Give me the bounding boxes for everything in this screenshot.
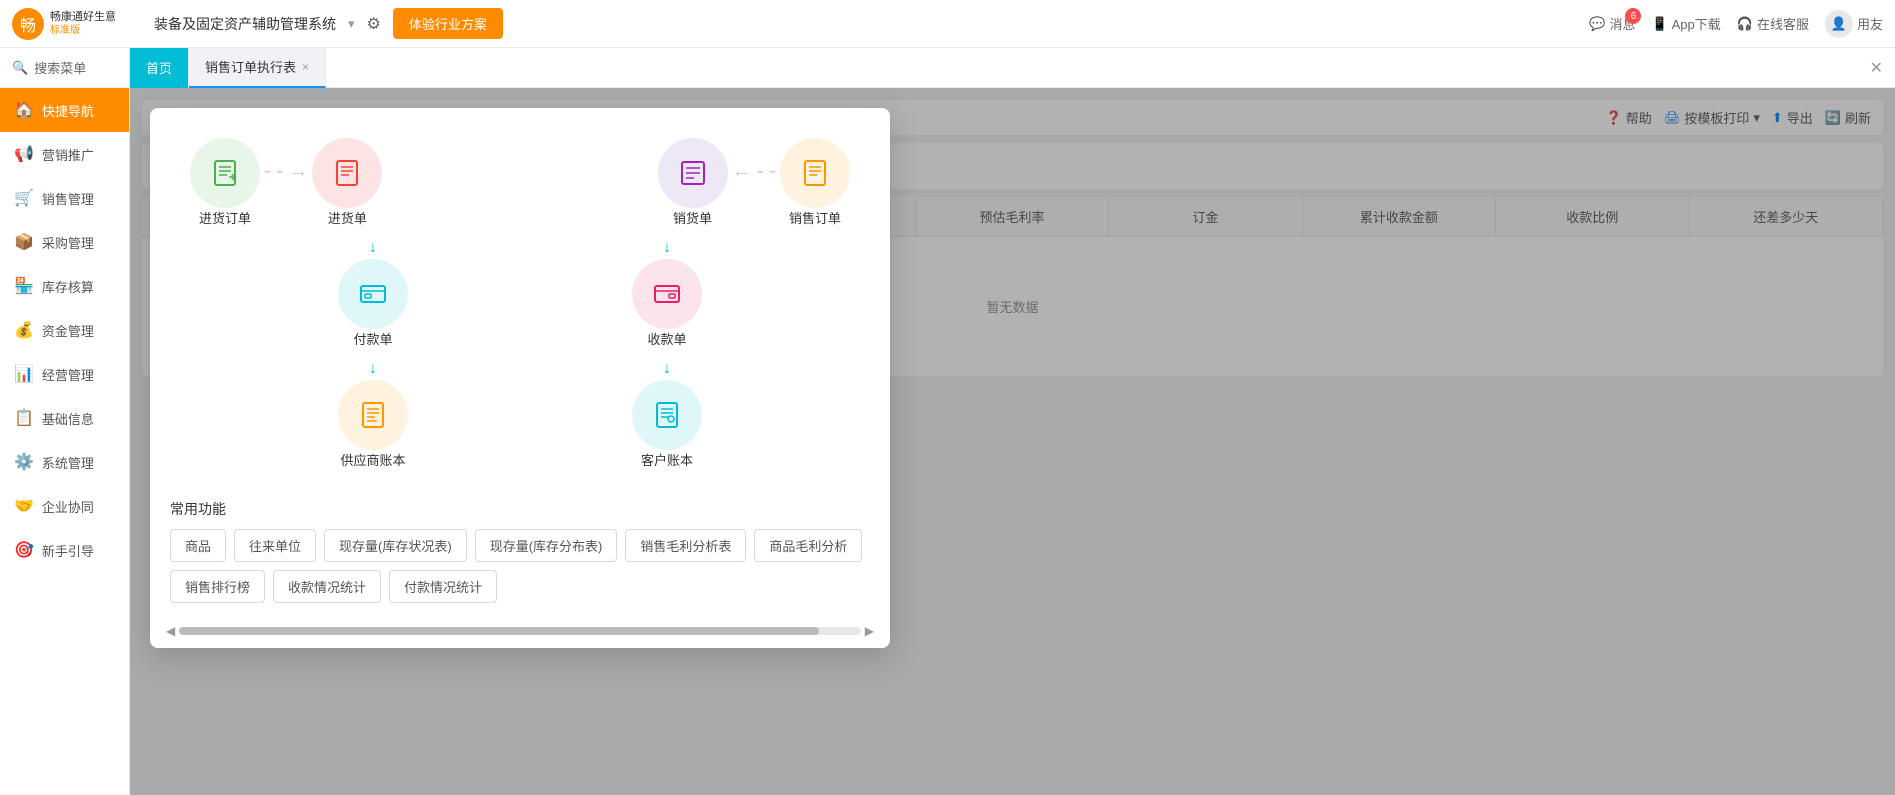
sidebar-item-operations[interactable]: 📊 经营管理 [0, 352, 129, 396]
modal-overlay: 进货订单 - - → 进货单 [130, 88, 1895, 795]
sales-icon: 🛒 [14, 188, 34, 208]
trial-button[interactable]: 体验行业方案 [393, 8, 503, 39]
message-icon: 💬 [1589, 16, 1605, 32]
common-title: 常用功能 [170, 499, 870, 519]
tab-home[interactable]: 首页 [130, 48, 189, 88]
scrollbar-thumb[interactable] [179, 627, 819, 635]
arrow-1: - - → [264, 160, 308, 205]
sidebar-item-basic-info[interactable]: 📋 基础信息 [0, 396, 129, 440]
sales-order-circle [780, 138, 850, 208]
common-btn-inventory-status[interactable]: 现存量(库存状况表) [324, 529, 467, 562]
sales-bill-label: 销货单 [673, 208, 712, 227]
flow-modal: 进货订单 - - → 进货单 [150, 108, 890, 648]
scroll-right-icon[interactable]: ▶ [865, 624, 874, 638]
common-btn-sales-margin[interactable]: 销售毛利分析表 [625, 529, 746, 562]
common-buttons-row-1: 商品 往来单位 现存量(库存状况表) 现存量(库存分布表) 销售毛利分析表 商品… [170, 529, 870, 562]
common-btn-product-margin[interactable]: 商品毛利分析 [754, 529, 862, 562]
sidebar-item-system[interactable]: ⚙️ 系统管理 [0, 440, 129, 484]
sidebar-item-quick-nav[interactable]: 🏠 快捷导航 [0, 88, 129, 132]
common-functions-section: 常用功能 商品 往来单位 现存量(库存状况表) 现存量(库存分布表) 销售毛利分… [150, 499, 890, 619]
common-btn-counterparty[interactable]: 往来单位 [234, 529, 316, 562]
common-btn-product[interactable]: 商品 [170, 529, 226, 562]
arrow-down-supplier: ↓ [369, 360, 377, 378]
sales-bill-circle [658, 138, 728, 208]
flow-node-payment-col: ↓ 付款单 [338, 237, 408, 348]
arrow-2: ← - - [732, 160, 776, 205]
sales-order-label: 销售订单 [789, 208, 841, 227]
common-btn-inventory-dist[interactable]: 现存量(库存分布表) [475, 529, 618, 562]
system-title: 装备及固定资产辅助管理系统 [154, 14, 336, 34]
download-icon: 📱 [1651, 16, 1667, 32]
tab-sales-order[interactable]: 销售订单执行表 × [189, 48, 326, 88]
payment-bill-circle[interactable] [338, 259, 408, 329]
flow-node-purchase-order[interactable]: 进货订单 [190, 138, 260, 227]
flow-node-sales-order[interactable]: 销售订单 [780, 138, 850, 227]
purchase-icon: 📦 [14, 232, 34, 252]
finance-icon: 💰 [14, 320, 34, 340]
receipt-bill-label: 收款单 [647, 329, 686, 348]
purchase-bill-circle [312, 138, 382, 208]
sidebar-search[interactable]: 🔍 搜索菜单 [0, 48, 129, 88]
system-icon: ⚙️ [14, 452, 34, 472]
online-service-btn[interactable]: 🎧 在线客服 [1737, 14, 1809, 33]
logo-text: 畅康通好生意 标准版 [50, 10, 116, 37]
arrow-down-payment: ↓ [369, 239, 377, 257]
newbie-icon: 🎯 [14, 540, 34, 560]
operations-icon: 📊 [14, 364, 34, 384]
logo-icon: 畅 [12, 8, 44, 40]
sidebar-item-marketing[interactable]: 📢 营销推广 [0, 132, 129, 176]
home-icon: 🏠 [14, 100, 34, 120]
sidebar-item-inventory[interactable]: 🏪 库存核算 [0, 264, 129, 308]
flow-node-supplier-col: ↓ 供应商账本 [338, 358, 408, 469]
purchase-bill-label: 进货单 [328, 208, 367, 227]
customer-ledger-circle[interactable] [632, 380, 702, 450]
inventory-icon: 🏪 [14, 276, 34, 296]
flow-node-customer-col: ↓ 客户账本 [632, 358, 702, 469]
tab-close-icon[interactable]: × [302, 60, 309, 74]
search-icon: 🔍 [12, 60, 28, 76]
purchase-order-circle [190, 138, 260, 208]
app-download-btn[interactable]: 📱 App下载 [1651, 14, 1720, 33]
sidebar-item-finance[interactable]: 💰 资金管理 [0, 308, 129, 352]
supplier-ledger-circle[interactable] [338, 380, 408, 450]
common-btn-sales-rank[interactable]: 销售排行榜 [170, 570, 265, 603]
common-buttons-row-2: 销售排行榜 收款情况统计 付款情况统计 [170, 570, 870, 603]
customer-ledger-label: 客户账本 [641, 450, 693, 469]
flow-row-2: ↓ 付款单 ↓ [190, 237, 850, 348]
flow-row-3: ↓ 供应商账本 ↓ [190, 358, 850, 469]
receipt-bill-circle[interactable] [632, 259, 702, 329]
marketing-icon: 📢 [14, 144, 34, 164]
flow-diagram: 进货订单 - - → 进货单 [150, 108, 890, 499]
flow-node-purchase-bill[interactable]: 进货单 [312, 138, 382, 227]
flow-node-sales-bill[interactable]: 销货单 [658, 138, 728, 227]
logo-area: 畅 畅康通好生意 标准版 [12, 8, 142, 40]
title-dropdown-icon[interactable]: ▾ [348, 16, 355, 32]
arrow-down-customer: ↓ [663, 360, 671, 378]
sidebar-item-newbie[interactable]: 🎯 新手引导 [0, 528, 129, 572]
scrollbar-track[interactable] [179, 627, 861, 635]
flow-node-receipt-col: ↓ 收款单 [632, 237, 702, 348]
basic-info-icon: 📋 [14, 408, 34, 428]
close-all-tabs-btn[interactable]: ✕ [1858, 58, 1895, 78]
payment-bill-label: 付款单 [353, 329, 392, 348]
modal-scrollbar[interactable]: ◀ ▶ [150, 624, 890, 638]
scroll-left-icon[interactable]: ◀ [166, 624, 175, 638]
supplier-ledger-label: 供应商账本 [340, 450, 405, 469]
purchase-order-label: 进货订单 [199, 208, 251, 227]
enterprise-icon: 🤝 [14, 496, 34, 516]
sidebar-item-purchase[interactable]: 📦 采购管理 [0, 220, 129, 264]
message-btn[interactable]: 💬 消息 6 [1589, 14, 1635, 33]
common-btn-receipt-stats[interactable]: 收款情况统计 [273, 570, 381, 603]
service-icon: 🎧 [1737, 16, 1753, 32]
avatar: 👤 [1825, 10, 1853, 38]
flow-row-1: 进货订单 - - → 进货单 [190, 138, 850, 227]
user-area[interactable]: 👤 用友 [1825, 10, 1883, 38]
settings-icon[interactable]: ⚙ [367, 14, 381, 34]
common-btn-payment-stats[interactable]: 付款情况统计 [389, 570, 497, 603]
sidebar-item-enterprise[interactable]: 🤝 企业协同 [0, 484, 129, 528]
arrow-down-receipt: ↓ [663, 239, 671, 257]
message-badge: 6 [1625, 8, 1641, 24]
sidebar-item-sales[interactable]: 🛒 销售管理 [0, 176, 129, 220]
